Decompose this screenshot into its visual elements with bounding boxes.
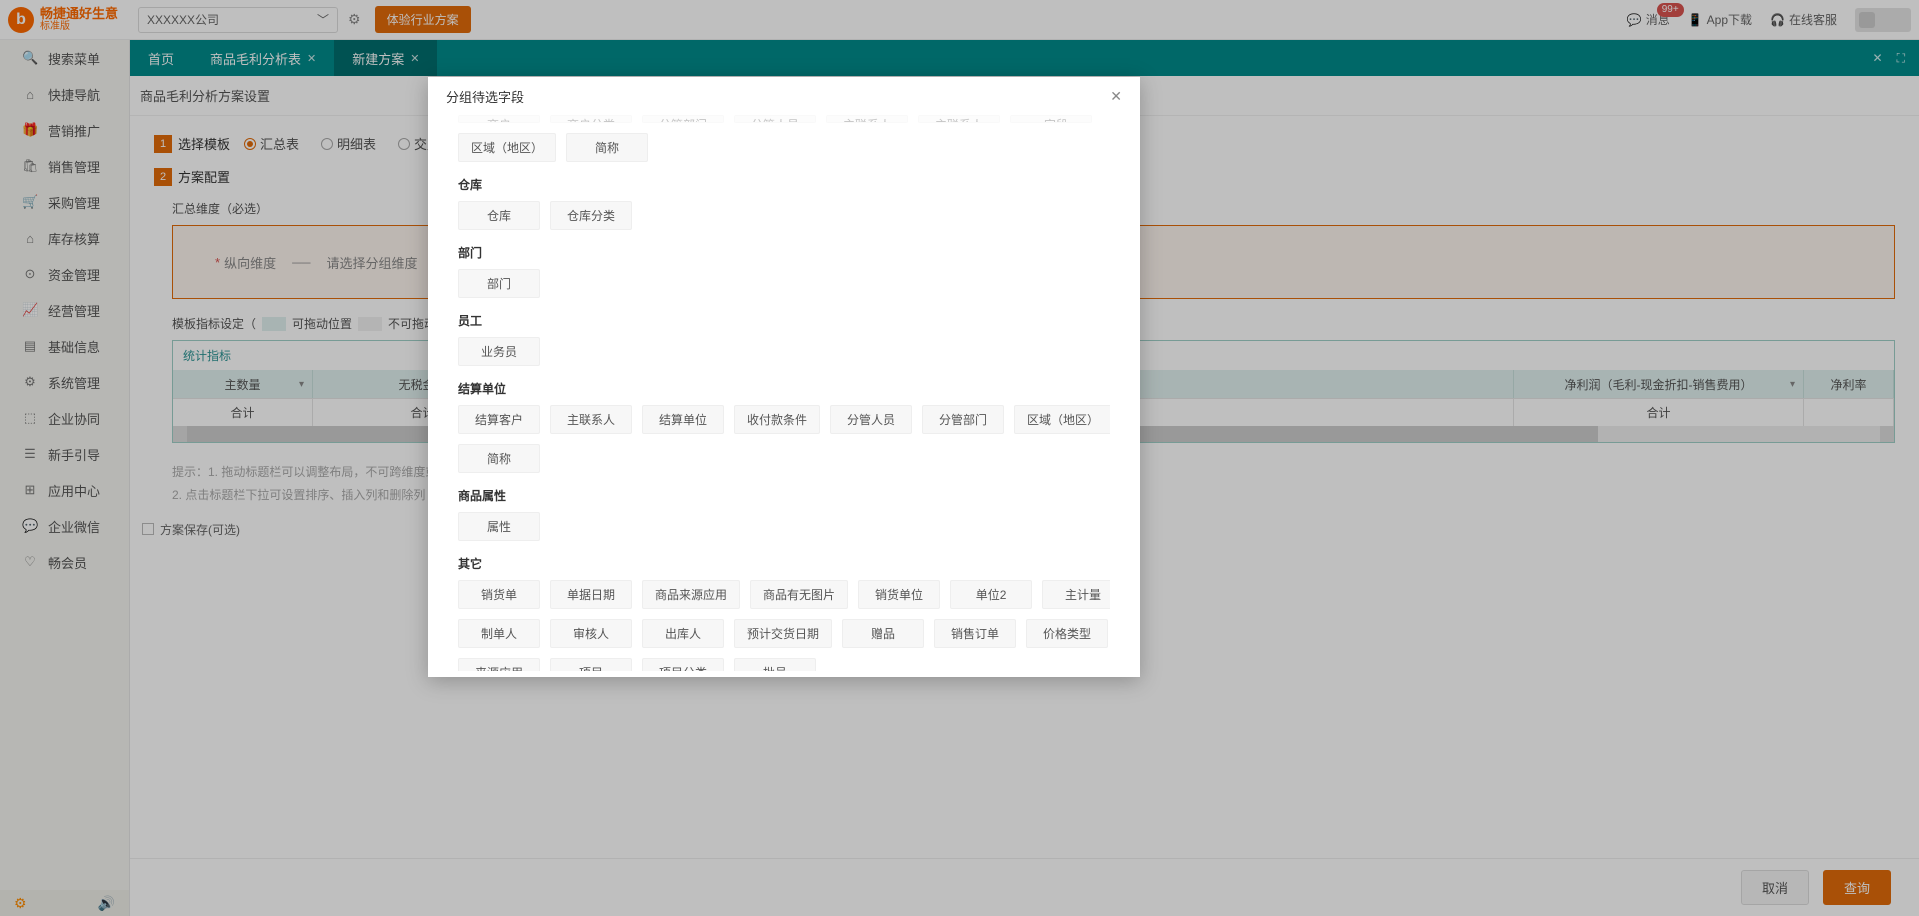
- group-title: 结算单位: [458, 380, 1110, 397]
- field-chip[interactable]: 分管人员: [830, 405, 912, 434]
- field-chip[interactable]: 结算客户: [458, 405, 540, 434]
- field-chip[interactable]: 销售订单: [934, 619, 1016, 648]
- field-chip[interactable]: 批号: [734, 658, 816, 671]
- modal-head: 分组待选字段 ✕: [428, 77, 1140, 115]
- close-icon[interactable]: ✕: [1110, 88, 1122, 105]
- field-chip[interactable]: 预计交货日期: [734, 619, 832, 648]
- field-chip[interactable]: 单据日期: [550, 580, 632, 609]
- field-chip[interactable]: 业务员: [458, 337, 540, 366]
- field-chip-partial[interactable]: ...字段: [1010, 115, 1092, 123]
- group-title: 其它: [458, 555, 1110, 572]
- group-chips: 业务员: [458, 337, 1110, 366]
- field-chip[interactable]: 价格类型: [1026, 619, 1108, 648]
- group-chips: 销货单单据日期商品来源应用商品有无图片销货单位单位2 主计量制单人审核人出库人预计…: [458, 580, 1110, 671]
- field-chip[interactable]: 部门: [458, 269, 540, 298]
- modal-body: 商户商户分类分管部门分管人员主联系人主联系人...字段 区域（地区）简称 仓库仓…: [428, 115, 1140, 677]
- field-chip[interactable]: 项目: [550, 658, 632, 671]
- field-chip[interactable]: 销货单: [458, 580, 540, 609]
- field-chip[interactable]: 简称: [458, 444, 540, 473]
- group-title: 部门: [458, 244, 1110, 261]
- modal-group-fields: 分组待选字段 ✕ 商户商户分类分管部门分管人员主联系人主联系人...字段 区域（…: [428, 77, 1140, 677]
- field-chip-partial[interactable]: 分管人员: [734, 115, 816, 123]
- modal-title: 分组待选字段: [446, 87, 524, 106]
- field-chip-partial[interactable]: 主联系人: [918, 115, 1000, 123]
- group-title: 员工: [458, 312, 1110, 329]
- field-chip[interactable]: 来源应用: [458, 658, 540, 671]
- field-chip[interactable]: 项目分类: [642, 658, 724, 671]
- field-chip[interactable]: 单位2: [950, 580, 1032, 609]
- field-chip[interactable]: 主计量: [1042, 580, 1110, 609]
- field-chip[interactable]: 区域（地区）: [1014, 405, 1110, 434]
- field-chip[interactable]: 简称: [566, 133, 648, 162]
- field-chip-partial[interactable]: 分管部门: [642, 115, 724, 123]
- field-chip[interactable]: 结算单位: [642, 405, 724, 434]
- field-chip-partial[interactable]: 商户: [458, 115, 540, 123]
- group-title: 仓库: [458, 176, 1110, 193]
- field-chip[interactable]: 出库人: [642, 619, 724, 648]
- field-chip[interactable]: 仓库分类: [550, 201, 632, 230]
- field-chip[interactable]: 主联系人: [550, 405, 632, 434]
- field-chip[interactable]: 商品来源应用: [642, 580, 740, 609]
- field-chip[interactable]: 审核人: [550, 619, 632, 648]
- field-chip[interactable]: 分管部门: [922, 405, 1004, 434]
- field-chip[interactable]: 收付款条件: [734, 405, 820, 434]
- field-chip[interactable]: 仓库: [458, 201, 540, 230]
- field-chip-partial[interactable]: 主联系人: [826, 115, 908, 123]
- field-chip[interactable]: 赠品: [842, 619, 924, 648]
- field-chip-partial[interactable]: 商户分类: [550, 115, 632, 123]
- field-chip[interactable]: 销货单位: [858, 580, 940, 609]
- field-chip[interactable]: 制单人: [458, 619, 540, 648]
- group-title: 商品属性: [458, 487, 1110, 504]
- group-chips: 结算客户主联系人结算单位收付款条件分管人员分管部门区域（地区） 简称: [458, 405, 1110, 473]
- group-chips: 部门: [458, 269, 1110, 298]
- field-chip[interactable]: 区域（地区）: [458, 133, 556, 162]
- field-chip[interactable]: 属性: [458, 512, 540, 541]
- group-chips: 仓库仓库分类: [458, 201, 1110, 230]
- top-chips: 区域（地区） 简称: [458, 133, 1110, 162]
- partial-row: 商户 商户分类 分管部门 分管人员 主联系人 主联系人 ...字段: [458, 115, 1110, 123]
- modal-scroll[interactable]: 商户商户分类分管部门分管人员主联系人主联系人...字段 区域（地区）简称 仓库仓…: [458, 115, 1110, 671]
- field-chip[interactable]: 商品有无图片: [750, 580, 848, 609]
- group-chips: 属性: [458, 512, 1110, 541]
